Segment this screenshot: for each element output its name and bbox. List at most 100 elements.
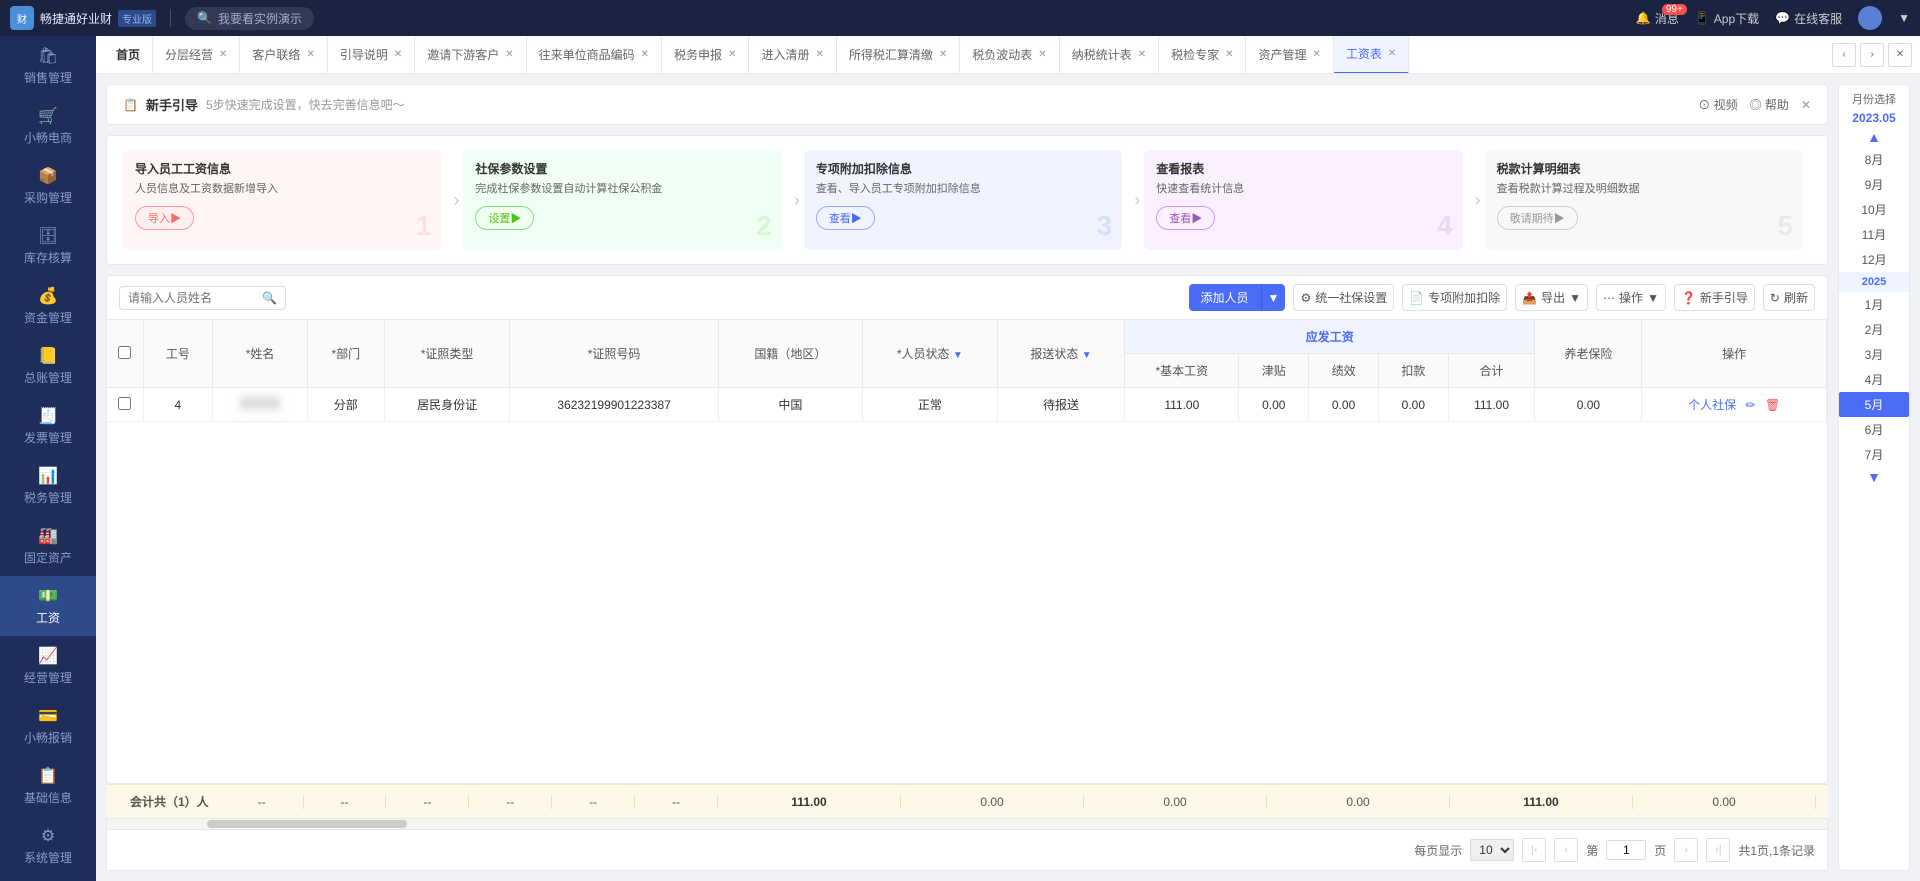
guide-video-btn[interactable]: ⊙ 视频 xyxy=(1698,96,1737,113)
month-nav-down[interactable]: ▼ xyxy=(1839,467,1909,487)
sidebar-item-sales[interactable]: 🛍 销售管理 xyxy=(0,36,96,96)
search-icon[interactable]: 🔍 xyxy=(262,291,277,305)
month-nav-up[interactable]: ▲ xyxy=(1839,127,1909,147)
tab-close-icon[interactable]: ✕ xyxy=(1038,49,1046,60)
month-apr[interactable]: 4月 xyxy=(1839,367,1909,392)
refresh-btn[interactable]: ↻ 刷新 xyxy=(1763,284,1815,311)
export-btn[interactable]: 📤 导出 ▼ xyxy=(1515,284,1588,311)
tab-invite[interactable]: 邀请下游客户 ✕ xyxy=(415,36,526,74)
month-jul[interactable]: 7月 xyxy=(1839,442,1909,467)
sidebar-item-system[interactable]: ⚙ 系统管理 xyxy=(0,816,96,876)
tab-tier-mgmt[interactable]: 分层经营 ✕ xyxy=(153,36,240,74)
tab-close-icon[interactable]: ✕ xyxy=(641,49,649,60)
sidebar-item-operations[interactable]: 📈 经营管理 xyxy=(0,636,96,696)
sidebar-item-payroll[interactable]: 💵 工资 xyxy=(0,576,96,636)
add-person-dropdown-btn[interactable]: ▼ xyxy=(1261,284,1286,311)
page-size-select[interactable]: 10 20 50 xyxy=(1470,839,1514,861)
search-input[interactable] xyxy=(128,291,258,305)
next-page-btn[interactable]: › xyxy=(1674,838,1698,862)
month-dec[interactable]: 12月 xyxy=(1839,247,1909,272)
tab-home[interactable]: 首页 xyxy=(104,36,153,74)
page-input[interactable] xyxy=(1606,840,1646,860)
tab-customer[interactable]: 客户联络 ✕ xyxy=(240,36,327,74)
month-aug[interactable]: 8月 xyxy=(1839,147,1909,172)
tab-clear-book[interactable]: 进入清册 ✕ xyxy=(749,36,836,74)
guide-close-btn[interactable]: ✕ xyxy=(1801,98,1811,112)
month-oct[interactable]: 10月 xyxy=(1839,197,1909,222)
sidebar-item-expense[interactable]: 💳 小畅报销 xyxy=(0,696,96,756)
step-1-btn[interactable]: 导入▶ xyxy=(135,206,194,230)
select-all-checkbox[interactable] xyxy=(118,346,131,359)
uniform-settings-btn[interactable]: ⚙ 统一社保设置 xyxy=(1293,284,1394,311)
scrollbar-thumb[interactable] xyxy=(207,820,407,828)
sidebar-item-inventory[interactable]: 🗄 库存核算 xyxy=(0,216,96,276)
month-mar[interactable]: 3月 xyxy=(1839,342,1909,367)
purchase-icon: 📦 xyxy=(38,166,58,186)
tab-close-icon[interactable]: ✕ xyxy=(1225,49,1233,60)
last-page-btn[interactable]: ›| xyxy=(1706,838,1730,862)
new-guide-btn[interactable]: ❓ 新手引导 xyxy=(1674,284,1755,311)
tab-prev-btn[interactable]: ‹ xyxy=(1832,43,1856,67)
sidebar-item-ec[interactable]: 🛒 小畅电商 xyxy=(0,96,96,156)
step-5-btn[interactable]: 敬请期待▶ xyxy=(1497,206,1578,230)
tab-close-icon[interactable]: ✕ xyxy=(815,49,823,60)
month-may[interactable]: 5月 xyxy=(1839,392,1909,417)
tab-payroll[interactable]: 工资表 ✕ xyxy=(1334,36,1409,74)
action-delete[interactable]: 🗑 xyxy=(1765,398,1780,412)
tab-close-icon[interactable]: ✕ xyxy=(1388,48,1396,59)
month-feb[interactable]: 2月 xyxy=(1839,317,1909,342)
sidebar-item-tax[interactable]: 📊 税务管理 xyxy=(0,456,96,516)
prev-page-btn[interactable]: ‹ xyxy=(1554,838,1578,862)
action-social-insurance[interactable]: 个人社保 xyxy=(1688,398,1736,412)
operations-btn[interactable]: ⋯ 操作 ▼ xyxy=(1596,284,1666,311)
action-edit[interactable]: ✏ xyxy=(1746,398,1756,412)
user-avatar[interactable] xyxy=(1858,6,1882,30)
tab-close-icon[interactable]: ✕ xyxy=(728,49,736,60)
sidebar-item-purchase[interactable]: 📦 采购管理 xyxy=(0,156,96,216)
sidebar-item-capital[interactable]: 💰 资金管理 xyxy=(0,276,96,336)
demo-search-btn[interactable]: 🔍 我要看实例演示 xyxy=(185,7,314,30)
step-4-btn[interactable]: 查看▶ xyxy=(1156,206,1215,230)
additional-deduction-btn[interactable]: 📄 专项附加扣除 xyxy=(1402,284,1507,311)
app-download-btn[interactable]: 📱 App下载 xyxy=(1695,10,1759,27)
tab-close-icon[interactable]: ✕ xyxy=(1313,49,1321,60)
tab-instructions[interactable]: 引导说明 ✕ xyxy=(328,36,415,74)
tab-close-icon[interactable]: ✕ xyxy=(505,49,513,60)
tab-close-icon[interactable]: ✕ xyxy=(394,49,402,60)
tab-asset-mgmt[interactable]: 资产管理 ✕ xyxy=(1246,36,1333,74)
row-checkbox[interactable] xyxy=(118,397,131,410)
th-status-filter-icon[interactable]: ▼ xyxy=(953,350,963,361)
tab-tax-calc[interactable]: 所得税汇算清缴 ✕ xyxy=(837,36,960,74)
step-2-btn[interactable]: 设置▶ xyxy=(475,206,534,230)
th-report-filter-icon[interactable]: ▼ xyxy=(1082,350,1092,361)
tab-close-icon[interactable]: ✕ xyxy=(219,49,227,60)
tab-close-all-btn[interactable]: ✕ xyxy=(1888,43,1912,67)
month-jun[interactable]: 6月 xyxy=(1839,417,1909,442)
online-service-btn[interactable]: 💬 在线客服 xyxy=(1775,10,1842,27)
tab-next-btn[interactable]: › xyxy=(1860,43,1884,67)
month-jan[interactable]: 1月 xyxy=(1839,292,1909,317)
tab-tax-report[interactable]: 税务申报 ✕ xyxy=(662,36,749,74)
notification-btn[interactable]: 🔔 消息 99+ xyxy=(1636,10,1679,27)
sidebar-item-invoice[interactable]: 🧾 发票管理 xyxy=(0,396,96,456)
tab-close-icon[interactable]: ✕ xyxy=(1138,49,1146,60)
sidebar-item-cooperation[interactable]: 🤝 企业协同 xyxy=(0,876,96,881)
tab-product-codes[interactable]: 往来单位商品编码 ✕ xyxy=(527,36,662,74)
tab-close-icon[interactable]: ✕ xyxy=(939,49,947,60)
add-person-btn[interactable]: 添加人员 xyxy=(1189,284,1261,311)
sidebar-item-fixed-assets[interactable]: 🏭 固定资产 xyxy=(0,516,96,576)
step-2-desc: 完成社保参数设置自动计算社保公积金 xyxy=(475,181,769,198)
horizontal-scrollbar[interactable] xyxy=(106,818,1828,830)
sidebar-item-basic-info[interactable]: 📋 基础信息 xyxy=(0,756,96,816)
guide-help-btn[interactable]: ◎ 帮助 xyxy=(1750,96,1789,113)
month-sep[interactable]: 9月 xyxy=(1839,172,1909,197)
tab-close-icon[interactable]: ✕ xyxy=(306,49,314,60)
sidebar-item-ledger[interactable]: 📒 总账管理 xyxy=(0,336,96,396)
user-menu-arrow[interactable]: ▼ xyxy=(1898,11,1910,25)
month-nov[interactable]: 11月 xyxy=(1839,222,1909,247)
tab-tax-stats[interactable]: 纳税统计表 ✕ xyxy=(1060,36,1159,74)
first-page-btn[interactable]: |‹ xyxy=(1522,838,1546,862)
step-3-btn[interactable]: 查看▶ xyxy=(816,206,875,230)
tab-tax-experts[interactable]: 税检专家 ✕ xyxy=(1159,36,1246,74)
tab-tax-deduction[interactable]: 税负波动表 ✕ xyxy=(960,36,1059,74)
